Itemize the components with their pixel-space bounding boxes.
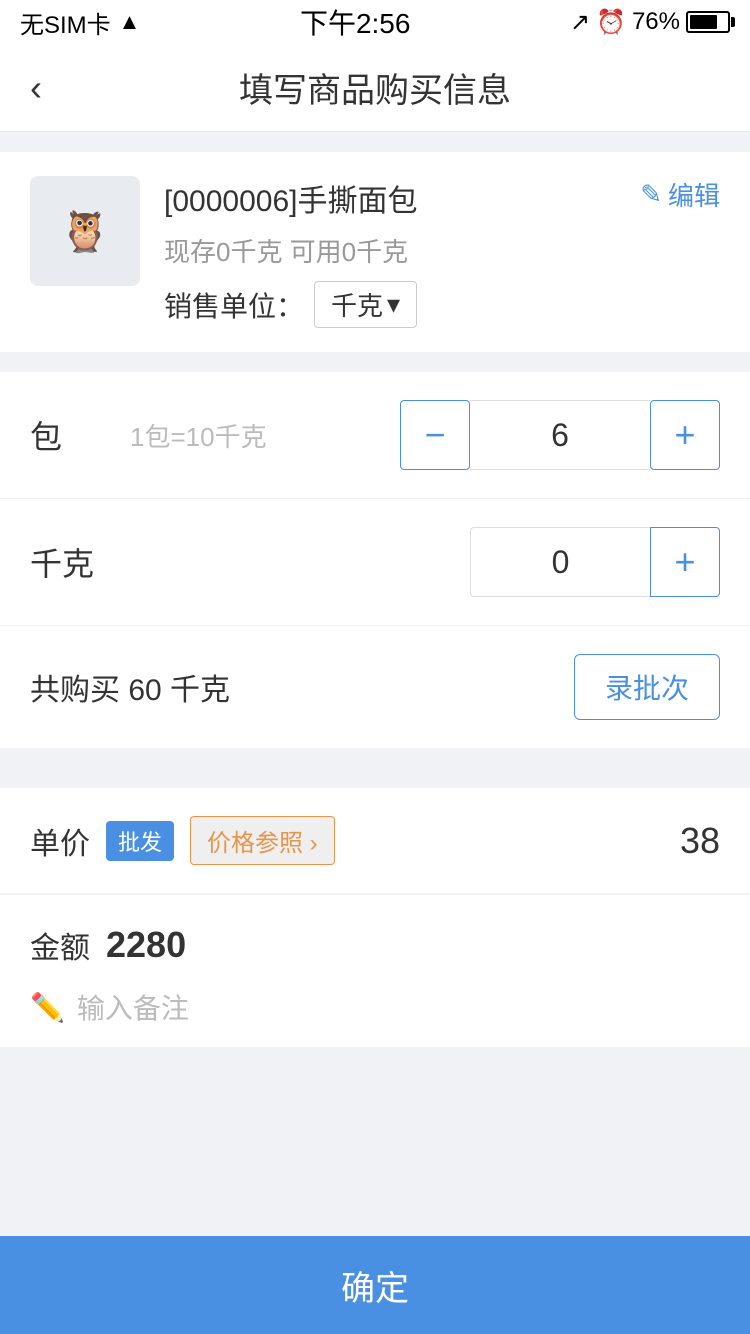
location-icon: ↗ bbox=[570, 8, 590, 37]
edit-label: 编辑 bbox=[668, 176, 720, 213]
status-right: ↗ ⏰ 76% bbox=[570, 8, 730, 37]
remark-placeholder: 输入备注 bbox=[77, 987, 189, 1027]
status-time: 下午2:56 bbox=[300, 2, 411, 42]
bao-controls: − + bbox=[400, 400, 720, 470]
bao-label: 包 bbox=[30, 412, 110, 458]
product-thumbnail: 🦉 bbox=[30, 176, 140, 286]
edit-icon: ✎ bbox=[640, 179, 662, 210]
divider-1 bbox=[0, 352, 750, 372]
product-info: [0000006]手撕面包 现存0千克 可用0千克 销售单位： 千克 ▾ bbox=[164, 176, 720, 328]
edit-button[interactable]: ✎ 编辑 bbox=[640, 176, 720, 213]
kg-label: 千克 bbox=[30, 539, 110, 585]
nav-bar: ‹ 填写商品购买信息 bbox=[0, 44, 750, 132]
product-stock: 现存0千克 可用0千克 bbox=[164, 232, 720, 269]
back-button[interactable]: ‹ bbox=[30, 67, 42, 109]
kg-quantity-input[interactable] bbox=[470, 527, 650, 597]
summary-row: 共购买 60 千克 录批次 bbox=[0, 626, 750, 748]
battery-icon bbox=[686, 11, 730, 33]
carrier-label: 无SIM卡 bbox=[20, 5, 111, 40]
unit-label: 销售单位： bbox=[164, 285, 304, 325]
bao-input-row: 包 1包=10千克 − + bbox=[0, 372, 750, 499]
alarm-icon: ⏰ bbox=[596, 8, 626, 37]
amount-row: 金额 2280 bbox=[30, 923, 720, 967]
confirm-button[interactable]: 确定 bbox=[0, 1236, 750, 1334]
product-thumb-icon: 🦉 bbox=[60, 208, 110, 255]
battery-percent: 76% bbox=[632, 8, 680, 36]
unit-value: 千克 bbox=[331, 286, 383, 323]
product-name: [0000006]手撕面包 bbox=[164, 176, 720, 220]
divider-2 bbox=[0, 748, 750, 768]
bao-hint: 1包=10千克 bbox=[130, 417, 380, 454]
batch-button[interactable]: 录批次 bbox=[574, 654, 720, 720]
amount-value: 2280 bbox=[106, 924, 186, 966]
status-bar: 无SIM卡 ▲ 下午2:56 ↗ ⏰ 76% bbox=[0, 0, 750, 44]
bao-quantity-input[interactable] bbox=[470, 400, 650, 470]
bao-minus-button[interactable]: − bbox=[400, 400, 470, 470]
summary-text: 共购买 60 千克 bbox=[30, 665, 230, 709]
status-left: 无SIM卡 ▲ bbox=[20, 5, 140, 40]
wifi-icon: ▲ bbox=[119, 9, 141, 35]
kg-controls: + bbox=[470, 527, 720, 597]
input-section: 包 1包=10千克 − + 千克 + 共购买 60 千克 录批次 bbox=[0, 372, 750, 748]
kg-plus-button[interactable]: + bbox=[650, 527, 720, 597]
price-ref-button[interactable]: 价格参照 › bbox=[190, 816, 335, 865]
unit-select[interactable]: 千克 ▾ bbox=[314, 281, 417, 328]
price-row: 单价 批发 价格参照 › 38 bbox=[30, 816, 720, 865]
price-value: 38 bbox=[680, 820, 720, 862]
page-title: 填写商品购买信息 bbox=[239, 63, 511, 112]
amount-section: 金额 2280 ✏️ 输入备注 bbox=[0, 895, 750, 1047]
product-card: 🦉 [0000006]手撕面包 现存0千克 可用0千克 销售单位： 千克 ▾ ✎… bbox=[0, 152, 750, 352]
amount-label: 金额 bbox=[30, 923, 90, 967]
price-tag: 批发 bbox=[106, 821, 174, 861]
price-label: 单价 bbox=[30, 819, 90, 863]
unit-chevron-icon: ▾ bbox=[387, 289, 400, 320]
remark-icon: ✏️ bbox=[30, 991, 65, 1024]
kg-input-row: 千克 + bbox=[0, 499, 750, 626]
remark-row[interactable]: ✏️ 输入备注 bbox=[30, 987, 720, 1027]
price-section: 单价 批发 价格参照 › 38 bbox=[0, 788, 750, 893]
product-unit-row: 销售单位： 千克 ▾ bbox=[164, 281, 720, 328]
bao-plus-button[interactable]: + bbox=[650, 400, 720, 470]
